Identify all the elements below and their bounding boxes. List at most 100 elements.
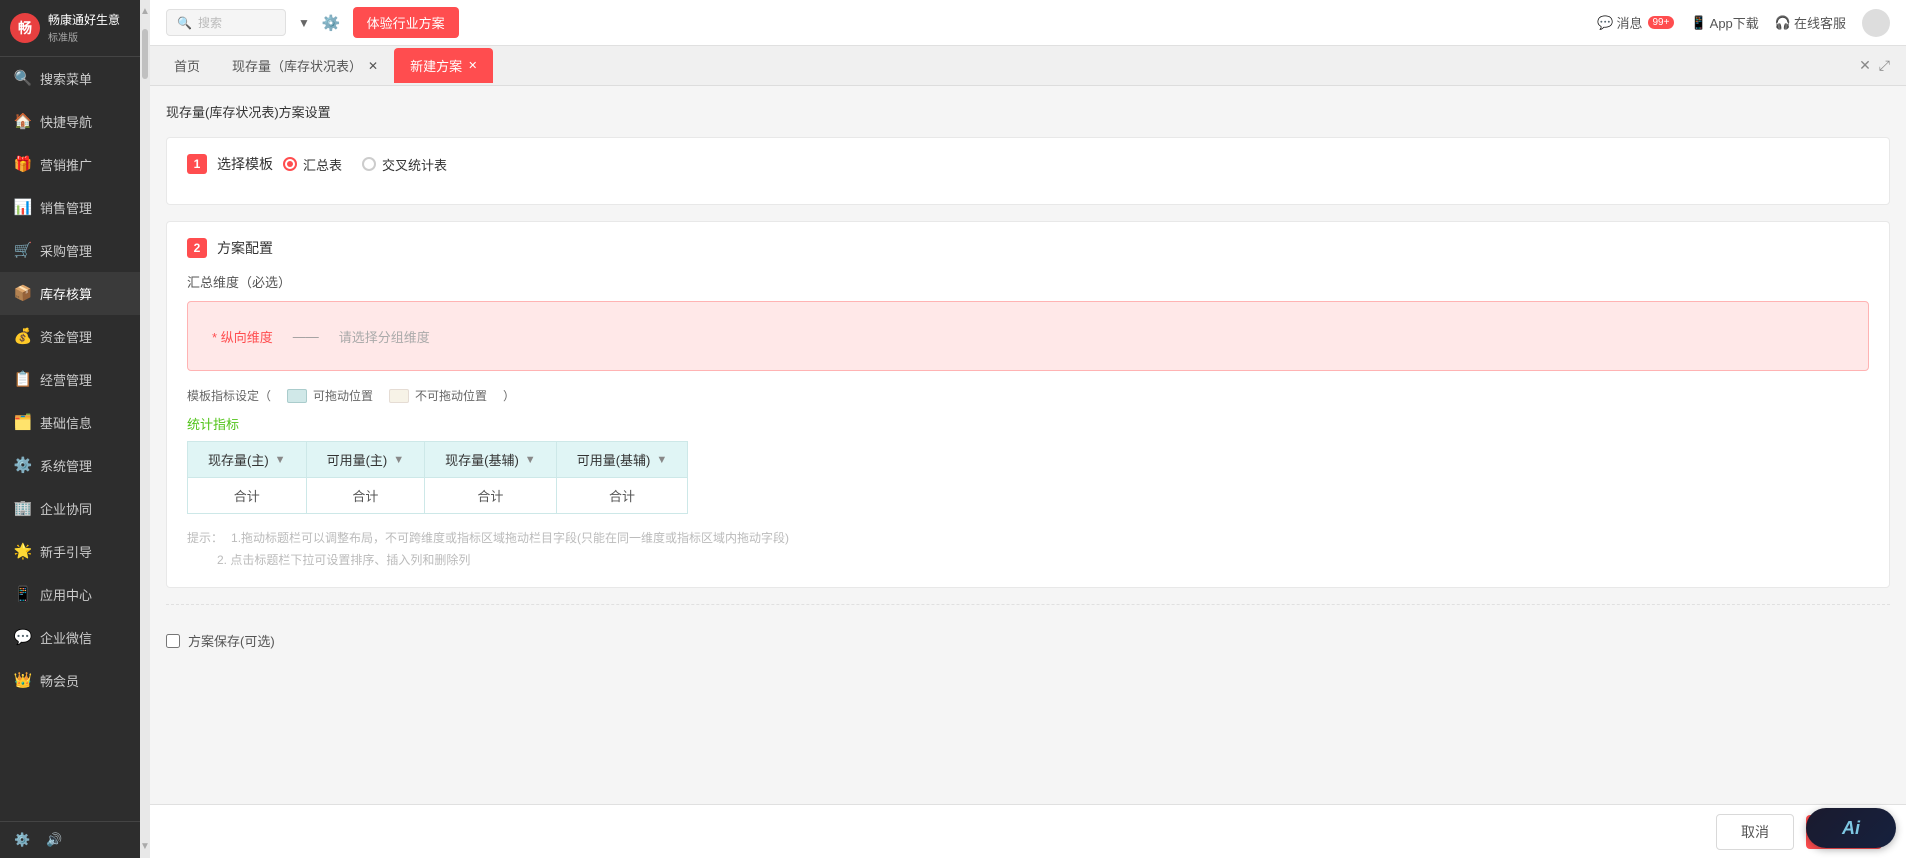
app-name: 畅康通好生意: [48, 12, 120, 29]
col-arrow-3: ▼: [525, 454, 536, 466]
messages-section[interactable]: 💬 消息 99+: [1597, 13, 1674, 32]
tip-1: 提示： 1.拖动标题栏可以调整布局，不可跨维度或指标区域拖动栏目字段(只能在同一…: [187, 528, 1869, 550]
panel-expand-btn[interactable]: ⤢: [1879, 57, 1890, 74]
app-download-label: App下载: [1710, 13, 1759, 32]
save-checkbox[interactable]: [166, 634, 180, 648]
bottom-bar: 取消 查询: [150, 804, 1906, 858]
tab-inventory-close[interactable]: ✕: [368, 59, 378, 73]
download-icon: 📱: [1690, 15, 1706, 31]
sidebar-item-inventory[interactable]: 📦 库存核算: [0, 272, 140, 315]
sidebar-item-app-center[interactable]: 📱 应用中心: [0, 573, 140, 616]
ai-label: Ai: [1842, 818, 1860, 839]
tab-new-plan-close[interactable]: ✕: [468, 59, 477, 72]
clipboard-icon: 📋: [14, 370, 32, 388]
content-area: 现存量(库存状况表)方案设置 1 选择模板 汇总表 交叉统计表: [150, 86, 1906, 804]
topbar-gear-icon[interactable]: ⚙️: [322, 14, 341, 32]
topbar-dropdown[interactable]: ▼: [298, 16, 310, 30]
topbar-right: 💬 消息 99+ 📱 App下载 🎧 在线客服: [1597, 9, 1890, 37]
dimension-dash: ——: [293, 329, 319, 344]
radio-cross-dot: [362, 157, 376, 171]
scroll-area: [142, 19, 148, 839]
draggable-label: 可拖动位置: [313, 387, 373, 404]
ai-badge[interactable]: Ai: [1806, 808, 1896, 848]
scroll-handle[interactable]: [142, 29, 148, 79]
dimension-area[interactable]: * 纵向维度 —— 请选择分组维度: [187, 301, 1869, 371]
sidebar-item-newbie[interactable]: 🌟 新手引导: [0, 530, 140, 573]
tab-inventory[interactable]: 现存量（库存状况表） ✕: [216, 48, 394, 83]
sidebar-item-operations[interactable]: 📋 经营管理: [0, 358, 140, 401]
search-icon: 🔍: [177, 16, 192, 30]
step2-section: 2 方案配置 汇总维度（必选） * 纵向维度 —— 请选择分组维度 模板指标设定…: [166, 221, 1890, 588]
col-label-4: 可用量(基辅): [577, 450, 651, 469]
radio-cross-label: 交叉统计表: [382, 155, 447, 174]
sidebar-item-system[interactable]: ⚙️ 系统管理: [0, 444, 140, 487]
sidebar-item-member[interactable]: 👑 畅会员: [0, 659, 140, 702]
experience-btn[interactable]: 体验行业方案: [353, 7, 459, 38]
speaker-icon[interactable]: 🔊: [46, 832, 62, 848]
tip-title: 提示：: [187, 528, 223, 550]
main-area: 🔍 搜索 ▼ ⚙️ 体验行业方案 💬 消息 99+ 📱 App下载 🎧 在线客服: [150, 0, 1906, 858]
app-version: 标准版: [48, 29, 120, 44]
sidebar-item-enterprise[interactable]: 🏢 企业协同: [0, 487, 140, 530]
summary-dimension-label: 汇总维度（必选）: [187, 272, 1869, 291]
tab-home[interactable]: 首页: [158, 48, 216, 83]
save-row: 方案保存(可选): [166, 621, 1890, 660]
box-icon: 📦: [14, 284, 32, 302]
sidebar-item-search[interactable]: 🔍 搜索菜单: [0, 57, 140, 100]
sidebar-item-label: 搜索菜单: [40, 69, 92, 88]
sidebar-item-quick-nav[interactable]: 🏠 快捷导航: [0, 100, 140, 143]
sidebar-item-label: 营销推广: [40, 155, 92, 174]
app-download-section[interactable]: 📱 App下载: [1690, 13, 1758, 32]
sidebar-item-finance[interactable]: 💰 资金管理: [0, 315, 140, 358]
sidebar-item-wechat[interactable]: 💬 企业微信: [0, 616, 140, 659]
building-icon: 🏢: [14, 499, 32, 517]
col-header-3[interactable]: 现存量(基辅) ▼: [425, 442, 557, 478]
settings-icon[interactable]: ⚙️: [14, 832, 30, 848]
panel-controls: ✕ ⤢: [1859, 57, 1898, 74]
sidebar-item-label: 基础信息: [40, 413, 92, 432]
sidebar-footer: ⚙️ 🔊: [0, 821, 140, 858]
col-header-1[interactable]: 现存量(主) ▼: [188, 442, 307, 478]
logo-icon: 畅: [10, 13, 40, 43]
tabbar: 首页 现存量（库存状况表） ✕ 新建方案 ✕ ✕ ⤢: [150, 46, 1906, 86]
topbar-search[interactable]: 🔍 搜索: [166, 9, 286, 36]
page-title: 现存量(库存状况表)方案设置: [166, 102, 1890, 121]
stats-title: 统计指标: [187, 414, 1869, 433]
cell-2: 合计: [306, 478, 425, 514]
non-draggable-legend: 不可拖动位置: [389, 387, 487, 404]
customer-service-label: 在线客服: [1794, 13, 1846, 32]
sidebar-item-marketing[interactable]: 🎁 营销推广: [0, 143, 140, 186]
sidebar-item-purchase[interactable]: 🛒 采购管理: [0, 229, 140, 272]
col-header-4[interactable]: 可用量(基辅) ▼: [556, 442, 688, 478]
radio-cross[interactable]: 交叉统计表: [362, 155, 447, 174]
col-label-3: 现存量(基辅): [445, 450, 519, 469]
sidebar-item-sales[interactable]: 📊 销售管理: [0, 186, 140, 229]
messages-badge: 99+: [1648, 16, 1675, 29]
col-label-2: 可用量(主): [327, 450, 388, 469]
customer-service-section[interactable]: 🎧 在线客服: [1775, 13, 1846, 32]
col-arrow-1: ▼: [275, 454, 286, 466]
col-header-2[interactable]: 可用量(主) ▼: [306, 442, 425, 478]
radio-summary-dot: [283, 157, 297, 171]
indicator-section: 模板指标设定（ 可拖动位置 不可拖动位置 ） 统计指标: [187, 387, 1869, 514]
panel-close-btn[interactable]: ✕: [1859, 57, 1871, 74]
draggable-box: [287, 389, 307, 403]
step1-section: 1 选择模板 汇总表 交叉统计表: [166, 137, 1890, 205]
draggable-legend: 可拖动位置: [287, 387, 373, 404]
sidebar-item-label: 应用中心: [40, 585, 92, 604]
search-text: 搜索: [198, 14, 222, 31]
tab-new-plan[interactable]: 新建方案 ✕: [394, 48, 493, 83]
cancel-button[interactable]: 取消: [1716, 814, 1794, 850]
asterisk: *: [212, 330, 217, 345]
vertical-label: 纵向维度: [221, 330, 273, 345]
user-avatar[interactable]: [1862, 9, 1890, 37]
money-icon: 💰: [14, 327, 32, 345]
sidebar-item-basic-info[interactable]: 🗂️ 基础信息: [0, 401, 140, 444]
sidebar-item-label: 企业协同: [40, 499, 92, 518]
sidebar-scrollbar[interactable]: ▲ ▼: [140, 0, 150, 858]
radio-summary[interactable]: 汇总表: [283, 155, 342, 174]
topbar: 🔍 搜索 ▼ ⚙️ 体验行业方案 💬 消息 99+ 📱 App下载 🎧 在线客服: [150, 0, 1906, 46]
sidebar-item-label: 快捷导航: [40, 112, 92, 131]
phone-icon: 📱: [14, 585, 32, 603]
step1-number: 1: [187, 154, 207, 174]
